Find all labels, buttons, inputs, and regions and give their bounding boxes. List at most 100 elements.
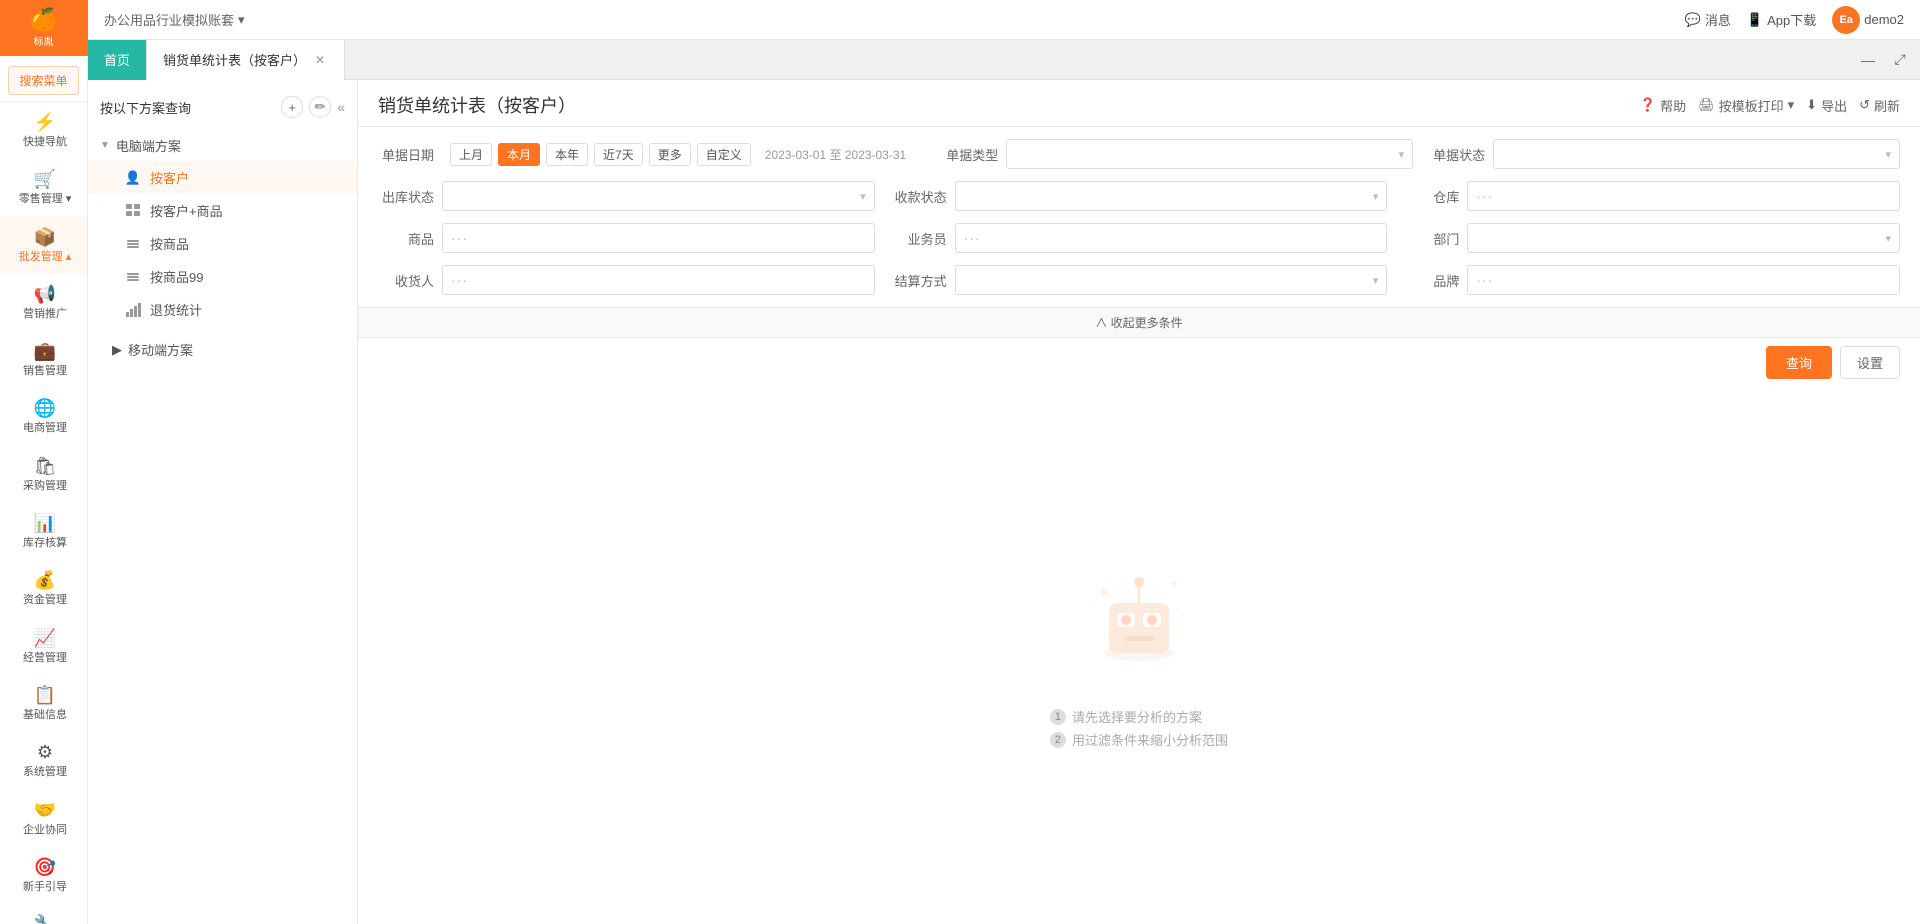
sidebar-item-basic[interactable]: 📋 基础信息 bbox=[0, 675, 87, 732]
dropdown-icon: ▾ bbox=[238, 12, 245, 28]
doc-type-select[interactable]: ▾ bbox=[1006, 139, 1413, 169]
goods-scheme-icon bbox=[124, 235, 142, 253]
scheme-item-by-goods99[interactable]: 按商品99 bbox=[88, 260, 357, 293]
app-download-button[interactable]: 📱 App下载 bbox=[1747, 10, 1816, 29]
scheme-item-by-goods[interactable]: 按商品 bbox=[88, 227, 357, 260]
scheme-group-mobile-header[interactable]: ▶ 移动端方案 bbox=[88, 334, 357, 365]
sidebar-item-appstore[interactable]: 🔧 应用中心 bbox=[0, 904, 87, 924]
sidebar-item-enterprise[interactable]: 🤝 企业协同 bbox=[0, 790, 87, 847]
sidebar-navigation: ⚡ 快捷导航 🛒 零售管理 ▾ 📦 批发管理 ▴ 📢 营销推广 💼 销售管理 🌐… bbox=[0, 102, 87, 924]
warehouse-select[interactable]: ··· bbox=[1467, 181, 1900, 211]
add-scheme-button[interactable]: + bbox=[281, 96, 303, 118]
left-panel-header: 按以下方案查询 + ✏ « bbox=[88, 88, 357, 126]
salesperson-select[interactable]: ··· bbox=[955, 223, 1388, 253]
sidebar-item-shortcut[interactable]: ⚡ 快捷导航 bbox=[0, 102, 87, 159]
logo-icon: 🍊 bbox=[30, 9, 57, 31]
tip-2-num: 2 bbox=[1050, 732, 1066, 748]
sidebar-item-marketing[interactable]: 📢 营销推广 bbox=[0, 274, 87, 331]
industry-selector[interactable]: 办公用品行业模拟账套 ▾ bbox=[104, 10, 245, 29]
doc-status-label: 单据状态 bbox=[1429, 145, 1485, 164]
retail-icon: 🛒 bbox=[34, 169, 56, 190]
refresh-button[interactable]: ↺ 刷新 bbox=[1859, 96, 1900, 115]
date-btn-custom[interactable]: 自定义 bbox=[697, 143, 751, 166]
sidebar-item-purchase[interactable]: 🛍 采购管理 bbox=[0, 446, 87, 503]
left-panel-title: 按以下方案查询 bbox=[100, 98, 191, 117]
wholesale-icon: 📦 bbox=[34, 227, 56, 248]
sidebar-item-ecommerce[interactable]: 🌐 电商管理 bbox=[0, 388, 87, 445]
scheme-item-label: 按客户 bbox=[150, 168, 189, 187]
sidebar-item-inventory[interactable]: 📊 库存核算 bbox=[0, 503, 87, 560]
tab-sales-stats[interactable]: 销货单统计表（按客户） ✕ bbox=[147, 40, 345, 80]
filter-area: 单据日期 上月 本月 本年 近7天 更多 自定义 2023-03-01 至 20… bbox=[358, 127, 1920, 308]
topbar-left: 办公用品行业模拟账套 ▾ bbox=[104, 10, 245, 29]
receipt-status-select[interactable]: ▾ bbox=[955, 181, 1388, 211]
search-menu-button[interactable]: 搜索菜单 bbox=[8, 66, 79, 95]
sidebar-label: 经营管理 bbox=[23, 651, 67, 665]
query-button[interactable]: 查询 bbox=[1766, 346, 1832, 379]
user-profile[interactable]: Ea demo2 bbox=[1832, 6, 1904, 34]
export-button[interactable]: ⬇ 导出 bbox=[1806, 96, 1847, 115]
scheme-item-return-stats[interactable]: 退货统计 bbox=[88, 293, 357, 326]
tab-maximize-button[interactable]: ⤢ bbox=[1888, 48, 1912, 72]
app-logo[interactable]: 🍊 标胤 bbox=[0, 0, 88, 56]
out-status-select[interactable]: ▾ bbox=[442, 181, 875, 211]
topbar: 办公用品行业模拟账套 ▾ 💬 消息 📱 App下载 Ea demo2 bbox=[88, 0, 1920, 40]
goods-label: 商品 bbox=[378, 229, 434, 248]
sidebar-item-retail[interactable]: 🛒 零售管理 ▾ bbox=[0, 159, 87, 216]
ecommerce-icon: 🌐 bbox=[34, 398, 56, 419]
settlement-select[interactable]: ▾ bbox=[955, 265, 1388, 295]
sidebar-item-newbie[interactable]: 🎯 新手引导 bbox=[0, 847, 87, 904]
print-label: 按模板打印 bbox=[1719, 96, 1784, 115]
refresh-label: 刷新 bbox=[1874, 96, 1900, 115]
inventory-icon: 📊 bbox=[34, 513, 56, 534]
settings-button[interactable]: 设置 bbox=[1840, 346, 1900, 379]
collapse-filter-bar[interactable]: ∧ 收起更多条件 bbox=[358, 308, 1920, 338]
dept-label: 部门 bbox=[1403, 229, 1459, 248]
scheme-item-by-customer[interactable]: 👤 按客户 bbox=[88, 161, 357, 194]
scheme-item-by-customer-goods[interactable]: 按客户+商品 bbox=[88, 194, 357, 227]
sidebar-item-wholesale[interactable]: 📦 批发管理 ▴ bbox=[0, 217, 87, 274]
filter-row-1: 单据日期 上月 本月 本年 近7天 更多 自定义 2023-03-01 至 20… bbox=[378, 139, 1900, 169]
help-button[interactable]: ❓ 帮助 bbox=[1640, 96, 1686, 115]
goods-select[interactable]: ··· bbox=[442, 223, 875, 253]
scheme-item-label: 退货统计 bbox=[150, 300, 202, 319]
tab-close-button[interactable]: ✕ bbox=[312, 52, 328, 68]
edit-scheme-button[interactable]: ✏ bbox=[309, 96, 331, 118]
brand-select[interactable]: ··· bbox=[1467, 265, 1900, 295]
date-btn-last7days[interactable]: 近7天 bbox=[594, 143, 643, 166]
tab-home[interactable]: 首页 bbox=[88, 40, 147, 80]
sidebar: 🍊 标胤 搜索菜单 ⚡ 快捷导航 🛒 零售管理 ▾ 📦 批发管理 ▴ 📢 营销推… bbox=[0, 0, 88, 924]
out-status-label: 出库状态 bbox=[378, 187, 434, 206]
scheme-group-desktop-label: 电脑端方案 bbox=[116, 136, 181, 155]
page-header-actions: ❓ 帮助 🖨 按模板打印 ▾ ⬇ 导出 ↺ 刷新 bbox=[1640, 96, 1900, 115]
content-area: 按以下方案查询 + ✏ « ▼ 电脑端方案 👤 按客户 bbox=[88, 80, 1920, 924]
message-button[interactable]: 💬 消息 bbox=[1685, 10, 1731, 29]
sidebar-label: 系统管理 bbox=[23, 765, 67, 779]
dept-select[interactable]: ▾ bbox=[1467, 223, 1900, 253]
collapse-panel-button[interactable]: « bbox=[337, 99, 345, 115]
date-btn-last-month[interactable]: 上月 bbox=[450, 143, 492, 166]
logo-text: 标胤 bbox=[34, 33, 54, 48]
topbar-right: 💬 消息 📱 App下载 Ea demo2 bbox=[1685, 6, 1904, 34]
print-icon: 🖨 bbox=[1698, 97, 1715, 113]
home-tab-label: 首页 bbox=[104, 50, 130, 69]
sidebar-item-operations[interactable]: 📈 经营管理 bbox=[0, 618, 87, 675]
sidebar-item-sales[interactable]: 💼 销售管理 bbox=[0, 331, 87, 388]
sidebar-item-finance[interactable]: 💰 资金管理 bbox=[0, 560, 87, 617]
date-btn-this-year[interactable]: 本年 bbox=[546, 143, 588, 166]
scheme-group-mobile: ▶ 移动端方案 bbox=[88, 330, 357, 369]
left-panel-actions: + ✏ « bbox=[281, 96, 345, 118]
print-button[interactable]: 🖨 按模板打印 ▾ bbox=[1698, 96, 1794, 115]
date-btn-this-month[interactable]: 本月 bbox=[498, 143, 540, 166]
date-btn-more[interactable]: 更多 bbox=[649, 143, 691, 166]
receiver-select[interactable]: ··· bbox=[442, 265, 875, 295]
scheme-group-desktop-header[interactable]: ▼ 电脑端方案 bbox=[88, 130, 357, 161]
sidebar-item-system[interactable]: ⚙ 系统管理 bbox=[0, 732, 87, 789]
doc-status-select[interactable]: ▾ bbox=[1493, 139, 1900, 169]
system-icon: ⚙ bbox=[37, 742, 53, 763]
brand-filter: 品牌 ··· bbox=[1403, 265, 1900, 295]
tab-minimize-button[interactable]: — bbox=[1856, 48, 1880, 72]
sidebar-label: 资金管理 bbox=[23, 593, 67, 607]
page-title: 销货单统计表（按客户） bbox=[378, 92, 576, 118]
scheme-item-label: 按商品 bbox=[150, 234, 189, 253]
